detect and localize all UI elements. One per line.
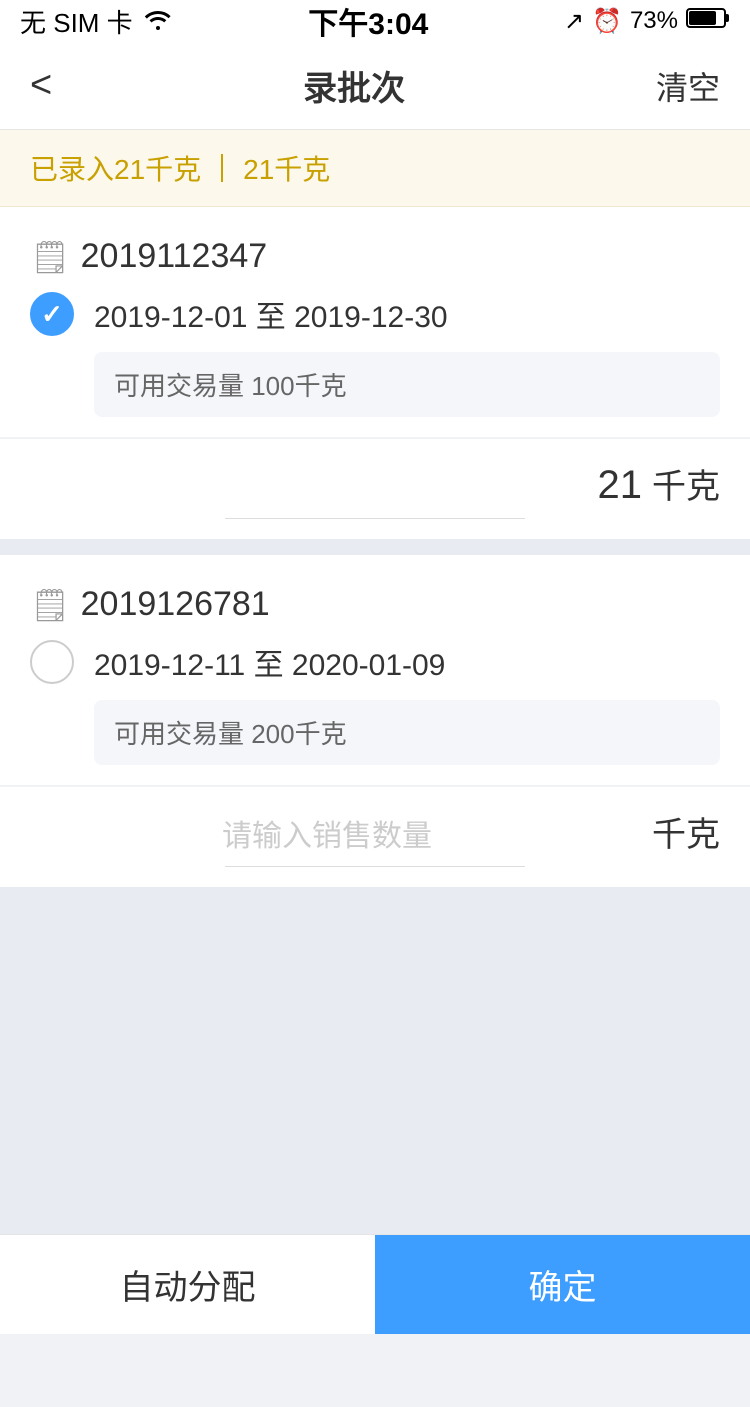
battery-icon [686, 7, 730, 36]
recorded-value: 21千克 [243, 148, 330, 188]
batch1-date-range: 2019-12-01 至 2019-12-30 [94, 292, 448, 336]
page-title: 录批次 [303, 61, 405, 110]
batch2-number: 2019126781 [81, 585, 270, 624]
amount-row: 21 千克 [30, 449, 720, 518]
status-left: 无 SIM 卡 [20, 3, 173, 40]
no-sim-text: 无 SIM 卡 [20, 3, 133, 40]
quantity-input[interactable] [442, 820, 642, 854]
batch1-avail: 可用交易量 100千克 [94, 352, 720, 417]
batch2-date-range: 2019-12-11 至 2020-01-09 [94, 640, 445, 684]
recorded-label: 已录入21千克 [30, 148, 201, 188]
input-unit: 千克 [652, 807, 720, 856]
nav-bar: < 录批次 清空 [0, 42, 750, 130]
status-time: 下午3:04 [308, 0, 428, 43]
banner-divider [221, 154, 223, 182]
battery-text: 73% [630, 7, 678, 35]
clear-button[interactable]: 清空 [656, 63, 720, 109]
doc-icon-1: 🗒 [30, 238, 71, 276]
amount-unit: 千克 [652, 459, 720, 508]
back-button[interactable]: < [30, 64, 52, 107]
batch2-card: 🗒 2019126781 2019-12-11 至 2020-01-09 可用交… [0, 555, 750, 785]
amount-value: 21 [598, 463, 643, 508]
batch1-card: 🗒 2019112347 2019-12-01 至 2019-12-30 可用交… [0, 207, 750, 437]
input-row: 请输入销售数量 千克 [30, 797, 720, 866]
doc-icon-2: 🗒 [30, 586, 71, 624]
batch1-row[interactable]: 2019-12-01 至 2019-12-30 [30, 292, 720, 336]
batch2-header: 🗒 2019126781 [30, 585, 720, 624]
amount-section: 21 千克 [0, 439, 750, 539]
status-bar: 无 SIM 卡 下午3:04 ↗ ⏰ 73% [0, 0, 750, 42]
batch2-avail: 可用交易量 200千克 [94, 700, 720, 765]
alarm-icon: ⏰ [592, 7, 622, 36]
input-placeholder: 请输入销售数量 [222, 811, 432, 855]
section-divider [0, 539, 750, 555]
location-icon: ↗ [564, 7, 584, 36]
info-banner: 已录入21千克 21千克 [0, 130, 750, 207]
wifi-icon [143, 6, 173, 37]
batch2-radio[interactable] [30, 640, 74, 684]
confirm-button[interactable]: 确定 [375, 1235, 750, 1334]
batch1-radio[interactable] [30, 292, 74, 336]
status-right: ↗ ⏰ 73% [564, 7, 730, 36]
bottom-bar: 自动分配 确定 [0, 1234, 750, 1334]
batch1-header: 🗒 2019112347 [30, 237, 720, 276]
batch1-number: 2019112347 [81, 237, 268, 276]
batch2-row[interactable]: 2019-12-11 至 2020-01-09 [30, 640, 720, 684]
input-section: 请输入销售数量 千克 [0, 787, 750, 887]
auto-distribute-button[interactable]: 自动分配 [0, 1235, 375, 1334]
